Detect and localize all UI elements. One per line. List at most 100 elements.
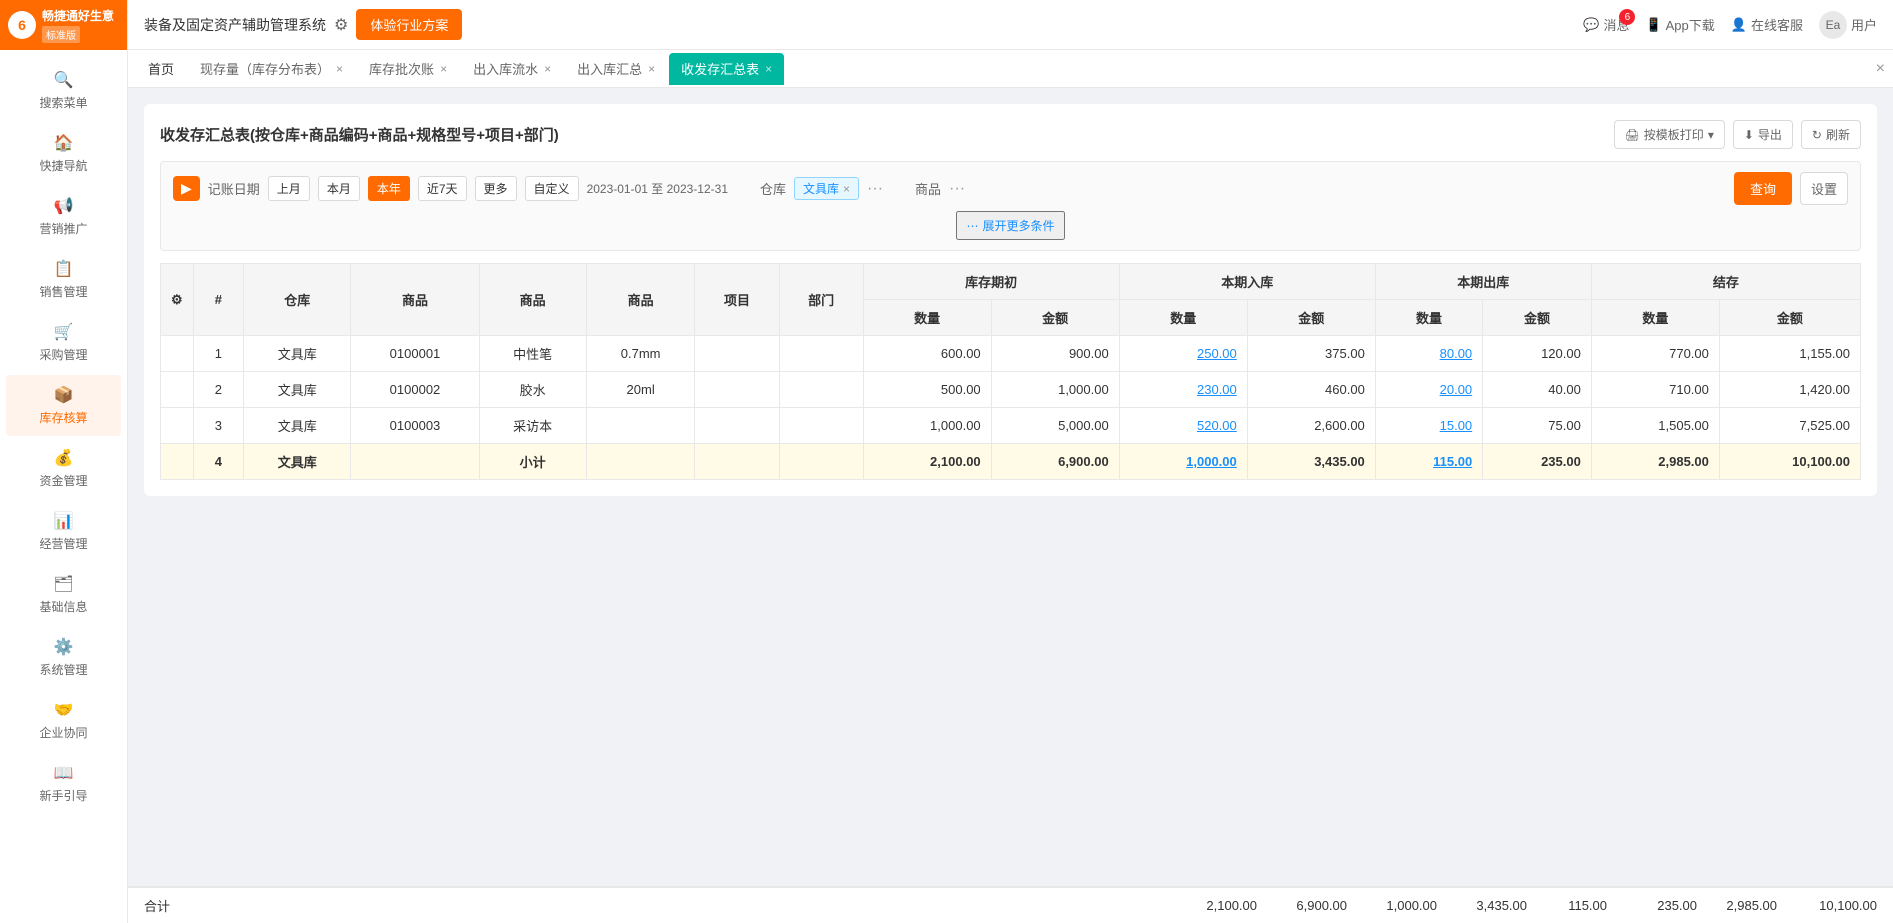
sidebar-item-enterprise[interactable]: 🤝 企业协同 — [6, 690, 121, 751]
settings-button[interactable]: 设置 — [1800, 172, 1848, 205]
footer-balance-qty: 2,985.00 — [1697, 898, 1777, 913]
tab-inout-summary-close[interactable]: × — [648, 62, 655, 76]
tab-batch[interactable]: 库存批次账 × — [357, 53, 459, 85]
sidebar-item-system[interactable]: ⚙️ 系统管理 — [6, 627, 121, 688]
cell-out-amt: 75.00 — [1483, 408, 1592, 444]
tab-inventory-dist-label: 现存量（库存分布表） — [200, 59, 330, 78]
cell-name: 小计 — [479, 444, 586, 480]
filter-toggle-button[interactable]: ▶ — [173, 176, 200, 201]
sidebar-item-label: 采购管理 — [39, 346, 87, 363]
sidebar-item-purchase[interactable]: 🛒 采购管理 — [6, 312, 121, 373]
message-icon: 💬 — [1583, 17, 1599, 33]
goods-more-icon[interactable]: ··· — [949, 180, 965, 198]
tab-receive-summary-close[interactable]: × — [765, 62, 772, 76]
tab-bar-close[interactable]: × — [1876, 60, 1885, 78]
sidebar-item-operation[interactable]: 📊 经营管理 — [6, 501, 121, 562]
cell-code: 0100002 — [351, 372, 479, 408]
date-btn-7days[interactable]: 近7天 — [418, 176, 467, 201]
refresh-icon: ↻ — [1812, 128, 1822, 142]
cell-spec — [586, 444, 695, 480]
sidebar-item-sales[interactable]: 📋 销售管理 — [6, 249, 121, 310]
cell-in-qty[interactable]: 230.00 — [1119, 372, 1247, 408]
th-opening: 库存期初 — [863, 264, 1119, 300]
operation-icon: 📊 — [54, 511, 74, 531]
cell-settings[interactable] — [161, 336, 194, 372]
cell-settings[interactable] — [161, 444, 194, 480]
main-area: 装备及固定资产辅助管理系统 ⚙ 体验行业方案 💬 消息 6 📱 App下载 👤 … — [128, 0, 1893, 923]
export-button[interactable]: ⬇ 导出 — [1733, 120, 1793, 149]
user-item[interactable]: Ea 用户 — [1819, 11, 1877, 39]
tab-receive-summary[interactable]: 收发存汇总表 × — [669, 53, 784, 85]
cell-balance-amt: 1,420.00 — [1719, 372, 1860, 408]
sidebar-item-label: 新手引导 — [39, 787, 87, 804]
footer-out-amt: 235.00 — [1607, 898, 1697, 913]
expand-more-button[interactable]: ⋯ 展开更多条件 — [956, 211, 1064, 240]
cell-out-qty[interactable]: 20.00 — [1375, 372, 1482, 408]
cell-settings[interactable] — [161, 408, 194, 444]
message-item[interactable]: 💬 消息 6 — [1583, 15, 1629, 34]
cell-in-qty[interactable]: 1,000.00 — [1119, 444, 1247, 480]
cell-in-qty[interactable]: 520.00 — [1119, 408, 1247, 444]
cell-opening-amt: 6,900.00 — [991, 444, 1119, 480]
date-btn-this-month[interactable]: 本月 — [318, 176, 360, 201]
sidebar-item-guide[interactable]: 📖 新手引导 — [6, 753, 121, 814]
print-button[interactable]: 🖨 按模板打印 ▾ — [1614, 120, 1725, 149]
app-download-item[interactable]: 📱 App下载 — [1645, 15, 1714, 34]
warehouse-more-icon[interactable]: ··· — [867, 180, 883, 198]
tab-inout-summary[interactable]: 出入库汇总 × — [565, 53, 667, 85]
footer-opening-qty: 2,100.00 — [1177, 898, 1257, 913]
tab-inventory-dist-close[interactable]: × — [336, 62, 343, 76]
experience-button[interactable]: 体验行业方案 — [356, 9, 462, 40]
sidebar-item-finance[interactable]: 💰 资金管理 — [6, 438, 121, 499]
service-icon: 👤 — [1731, 17, 1747, 33]
sidebar-item-search[interactable]: 🔍 搜索菜单 — [6, 60, 121, 121]
cell-balance-qty: 770.00 — [1591, 336, 1719, 372]
tab-inout-flow-close[interactable]: × — [544, 62, 551, 76]
cell-name: 胶水 — [479, 372, 586, 408]
cell-settings[interactable] — [161, 372, 194, 408]
cell-warehouse: 文具库 — [244, 444, 351, 480]
cell-out-qty[interactable]: 115.00 — [1375, 444, 1482, 480]
sidebar-item-label: 系统管理 — [39, 661, 87, 678]
cell-warehouse: 文具库 — [244, 336, 351, 372]
sidebar-item-label: 经营管理 — [39, 535, 87, 552]
sidebar-item-quick-nav[interactable]: 🏠 快捷导航 — [6, 123, 121, 184]
app-download-icon: 📱 — [1645, 17, 1661, 33]
marketing-icon: 📢 — [54, 196, 74, 216]
tab-home[interactable]: 首页 — [136, 53, 186, 85]
th-out-amt: 金额 — [1483, 300, 1592, 336]
date-btn-custom[interactable]: 自定义 — [525, 176, 579, 201]
print-label: 按模板打印 — [1644, 126, 1704, 143]
warehouse-tag-close[interactable]: × — [843, 182, 850, 196]
cell-balance-amt: 7,525.00 — [1719, 408, 1860, 444]
th-settings[interactable]: ⚙ — [161, 264, 194, 336]
tab-inout-flow[interactable]: 出入库流水 × — [461, 53, 563, 85]
settings-icon[interactable]: ⚙ — [334, 15, 348, 35]
query-button[interactable]: 查询 — [1734, 172, 1792, 205]
online-service-item[interactable]: 👤 在线客服 — [1731, 15, 1803, 34]
cell-in-amt: 460.00 — [1247, 372, 1375, 408]
purchase-icon: 🛒 — [54, 322, 74, 342]
print-dropdown-icon: ▾ — [1708, 128, 1714, 142]
page-card: 收发存汇总表(按仓库+商品编码+商品+规格型号+项目+部门) 🖨 按模板打印 ▾… — [144, 104, 1877, 496]
table-body: 1文具库0100001中性笔0.7mm600.00900.00250.00375… — [161, 336, 1861, 480]
cell-out-qty[interactable]: 80.00 — [1375, 336, 1482, 372]
cell-no: 4 — [193, 444, 243, 480]
sidebar-item-inventory[interactable]: 📦 库存核算 — [6, 375, 121, 436]
sidebar-item-basic[interactable]: 🗂 基础信息 — [6, 564, 121, 625]
refresh-button[interactable]: ↻ 刷新 — [1801, 120, 1861, 149]
cell-in-amt: 2,600.00 — [1247, 408, 1375, 444]
warehouse-tag-text: 文具库 — [803, 180, 839, 197]
date-btn-this-year[interactable]: 本年 — [368, 176, 410, 201]
cell-out-qty[interactable]: 15.00 — [1375, 408, 1482, 444]
sidebar-item-marketing[interactable]: 📢 营销推广 — [6, 186, 121, 247]
tab-inventory-dist[interactable]: 现存量（库存分布表） × — [188, 53, 355, 85]
date-btn-last-month[interactable]: 上月 — [268, 176, 310, 201]
guide-icon: 📖 — [54, 763, 74, 783]
tab-batch-close[interactable]: × — [440, 62, 447, 76]
date-btn-more[interactable]: 更多 — [475, 176, 517, 201]
cell-spec — [586, 408, 695, 444]
cell-balance-qty: 1,505.00 — [1591, 408, 1719, 444]
th-in-amt: 金额 — [1247, 300, 1375, 336]
cell-in-qty[interactable]: 250.00 — [1119, 336, 1247, 372]
